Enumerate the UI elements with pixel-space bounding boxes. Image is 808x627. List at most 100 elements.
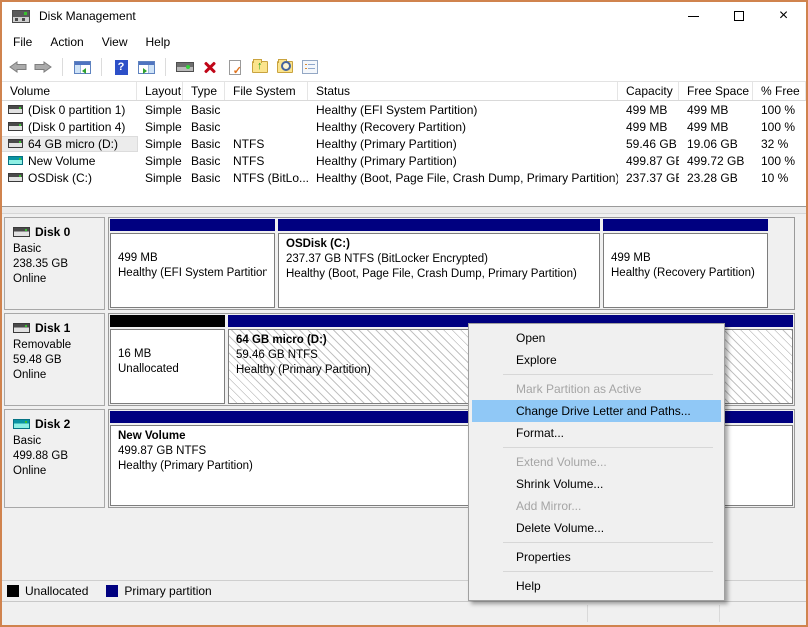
- tasks-button[interactable]: [300, 57, 320, 77]
- table-row[interactable]: (Disk 0 partition 4) Simple Basic Health…: [2, 118, 806, 135]
- close-button[interactable]: ×: [761, 2, 806, 30]
- partition-status: Unallocated: [118, 363, 179, 375]
- capacity-cell: 499 MB: [626, 102, 668, 117]
- disk-type: Removable: [13, 339, 72, 351]
- menu-separator: [503, 374, 713, 375]
- open-folder-button[interactable]: [250, 57, 270, 77]
- partition-osdisk-c[interactable]: OSDisk (C:) 237.37 GB NTFS (BitLocker En…: [278, 219, 600, 308]
- partition-recovery[interactable]: 499 MB Healthy (Recovery Partition): [603, 219, 768, 308]
- legend-label: Primary partition: [124, 584, 212, 598]
- disk-2-label-panel[interactable]: Disk 2 Basic 499.88 GB Online: [4, 409, 105, 508]
- show-console-tree-button[interactable]: [72, 57, 92, 77]
- type-cell: Basic: [191, 136, 221, 151]
- primary-partition-band: [110, 219, 275, 231]
- properties-check-button[interactable]: [225, 57, 245, 77]
- disk-0-row: Disk 0 Basic 238.35 GB Online 499 MB Hea…: [4, 217, 795, 310]
- pane-splitter[interactable]: [2, 206, 806, 214]
- disk-state: Online: [13, 465, 47, 477]
- status-cell: Healthy (Primary Partition): [316, 136, 457, 151]
- legend-item-primary-partition: Primary partition: [106, 584, 212, 598]
- menu-item-properties[interactable]: Properties: [472, 546, 721, 568]
- partition-status: Healthy (Boot, Page File, Crash Dump, Pr…: [286, 268, 577, 280]
- menu-item-format[interactable]: Format...: [472, 422, 721, 444]
- free-space-cell: 19.06 GB: [687, 136, 738, 151]
- type-cell: Basic: [191, 102, 221, 117]
- disk-management-window: Disk Management × File Action View Help: [0, 0, 808, 627]
- column-header-status[interactable]: Status: [308, 82, 618, 100]
- free-space-cell: 499 MB: [687, 102, 729, 117]
- disk-name: Disk 1: [35, 321, 71, 335]
- forward-button[interactable]: [33, 57, 53, 77]
- column-header-capacity[interactable]: Capacity: [618, 82, 679, 100]
- minimize-icon: [688, 15, 699, 17]
- window-controls: ×: [671, 2, 806, 30]
- minimize-button[interactable]: [671, 2, 716, 30]
- disk-name: Disk 0: [35, 225, 71, 239]
- unallocated-band: [110, 315, 225, 327]
- menu-view[interactable]: View: [93, 32, 137, 52]
- device-view-button[interactable]: [175, 57, 195, 77]
- layout-cell: Simple: [145, 136, 182, 151]
- status-bar: [2, 601, 806, 625]
- disk-state: Online: [13, 369, 47, 381]
- pct-free-cell: 10 %: [761, 170, 789, 185]
- delete-volume-button[interactable]: [200, 57, 220, 77]
- column-header-layout[interactable]: Layout: [137, 82, 183, 100]
- column-header-free-space[interactable]: Free Space: [679, 82, 753, 100]
- column-header-volume[interactable]: Volume: [2, 82, 137, 100]
- capacity-cell: 237.37 GB: [626, 170, 679, 185]
- partition-size: 237.37 GB NTFS (BitLocker Encrypted): [286, 253, 488, 265]
- maximize-icon: [733, 11, 744, 21]
- menu-help[interactable]: Help: [137, 32, 180, 52]
- column-header-type[interactable]: Type: [183, 82, 225, 100]
- partition-unallocated[interactable]: 16 MB Unallocated: [110, 315, 225, 404]
- action-pane-icon: [137, 60, 155, 74]
- partition-size: 499 MB: [118, 252, 158, 264]
- legend-label: Unallocated: [25, 584, 89, 598]
- status-cell: Healthy (Primary Partition): [316, 153, 457, 168]
- menu-action[interactable]: Action: [41, 32, 92, 52]
- column-header-file-system[interactable]: File System: [225, 82, 308, 100]
- menu-item-change-drive-letter[interactable]: Change Drive Letter and Paths...: [472, 400, 721, 422]
- volume-list-header: Volume Layout Type File System Status Ca…: [2, 82, 806, 101]
- volume-disk-icon: [8, 139, 23, 148]
- partition-size: 499 MB: [611, 252, 651, 264]
- disk-size: 59.48 GB: [13, 354, 62, 366]
- disk-1-label-panel[interactable]: Disk 1 Removable 59.48 GB Online: [4, 313, 105, 406]
- tasks-checklist-icon: [302, 60, 318, 74]
- menu-separator: [503, 542, 713, 543]
- maximize-button[interactable]: [716, 2, 761, 30]
- disk-drive-app-icon: [12, 9, 30, 23]
- partition-context-menu: Open Explore Mark Partition as Active Ch…: [468, 323, 725, 601]
- show-action-pane-button[interactable]: [136, 57, 156, 77]
- console-tree-icon: [73, 60, 91, 74]
- type-cell: Basic: [191, 119, 221, 134]
- volume-disk-icon: [8, 173, 23, 182]
- partition-efi-system[interactable]: 499 MB Healthy (EFI System Partition): [110, 219, 275, 308]
- volume-disk-icon: [8, 156, 23, 165]
- table-row[interactable]: (Disk 0 partition 1) Simple Basic Health…: [2, 101, 806, 118]
- menu-item-explore[interactable]: Explore: [472, 349, 721, 371]
- disk-size: 238.35 GB: [13, 258, 68, 270]
- menu-item-add-mirror: Add Mirror...: [516, 499, 582, 513]
- menu-item-delete-volume[interactable]: Delete Volume...: [472, 517, 721, 539]
- file-system-cell: NTFS: [233, 153, 265, 168]
- menu-item-open[interactable]: Open: [472, 327, 721, 349]
- explore-folder-button[interactable]: [275, 57, 295, 77]
- pct-free-cell: 100 %: [761, 102, 796, 117]
- layout-cell: Simple: [145, 102, 182, 117]
- primary-partition-band: [603, 219, 768, 231]
- back-arrow-icon: [9, 61, 27, 73]
- table-row-selected[interactable]: 64 GB micro (D:) Simple Basic NTFS Healt…: [2, 135, 806, 152]
- menu-item-shrink-volume[interactable]: Shrink Volume...: [472, 473, 721, 495]
- volume-disk-icon: [8, 105, 23, 114]
- back-button[interactable]: [8, 57, 28, 77]
- column-header-pct-free[interactable]: % Free: [753, 82, 806, 100]
- table-row[interactable]: OSDisk (C:) Simple Basic NTFS (BitLo... …: [2, 169, 806, 186]
- table-row[interactable]: New Volume Simple Basic NTFS Healthy (Pr…: [2, 152, 806, 169]
- title-bar: Disk Management ×: [2, 2, 806, 30]
- disk-0-label-panel[interactable]: Disk 0 Basic 238.35 GB Online: [4, 217, 105, 310]
- menu-item-help[interactable]: Help: [472, 575, 721, 597]
- menu-file[interactable]: File: [4, 32, 41, 52]
- help-button[interactable]: [111, 57, 131, 77]
